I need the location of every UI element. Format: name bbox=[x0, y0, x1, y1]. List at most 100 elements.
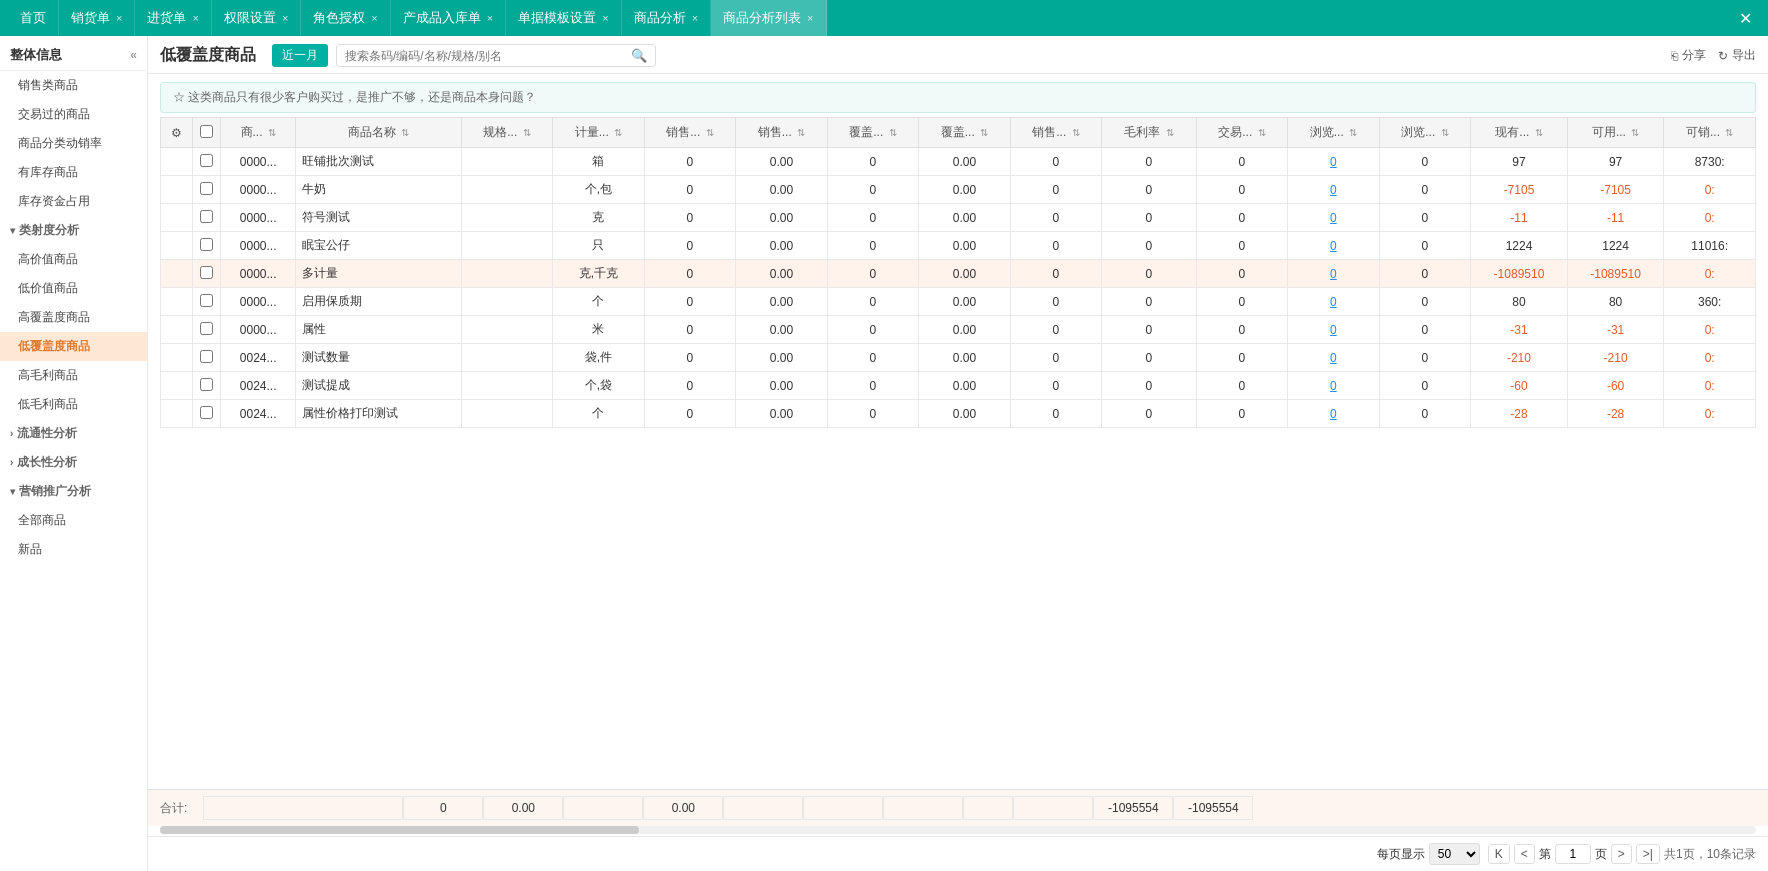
row-checkbox[interactable] bbox=[200, 378, 213, 391]
col-available[interactable]: 可用... ⇅ bbox=[1567, 118, 1664, 148]
col-unit[interactable]: 计量... ⇅ bbox=[553, 118, 645, 148]
cell-browse1[interactable]: 0 bbox=[1288, 400, 1380, 428]
last-page-button[interactable]: >| bbox=[1636, 844, 1660, 864]
col-sales-qty[interactable]: 销售... ⇅ bbox=[644, 118, 736, 148]
row-checkbox[interactable] bbox=[200, 266, 213, 279]
sidebar-item-category-rate[interactable]: 商品分类动销率 bbox=[0, 129, 147, 158]
col-current[interactable]: 现有... ⇅ bbox=[1471, 118, 1568, 148]
sidebar-item-high-value[interactable]: 高价值商品 bbox=[0, 245, 147, 274]
col-spec[interactable]: 规格... ⇅ bbox=[461, 118, 553, 148]
cell-check[interactable] bbox=[193, 204, 221, 232]
sidebar-group-value-analysis[interactable]: ▾ 类射度分析 bbox=[0, 216, 147, 245]
sidebar-item-low-coverage[interactable]: 低覆盖度商品 bbox=[0, 332, 147, 361]
row-checkbox[interactable] bbox=[200, 294, 213, 307]
nav-tab-production[interactable]: 产成品入库单 × bbox=[391, 0, 506, 36]
col-sellable[interactable]: 可销... ⇅ bbox=[1664, 118, 1756, 148]
col-sales3[interactable]: 销售... ⇅ bbox=[1010, 118, 1102, 148]
col-cover2[interactable]: 覆盖... ⇅ bbox=[919, 118, 1011, 148]
sidebar-item-new-goods[interactable]: 新品 bbox=[0, 535, 147, 564]
close-icon[interactable]: × bbox=[692, 12, 698, 24]
nav-tab-purchase[interactable]: 进货单 × bbox=[135, 0, 211, 36]
cell-margin: 0 bbox=[1102, 372, 1197, 400]
row-checkbox[interactable] bbox=[200, 322, 213, 335]
share-button[interactable]: ⎗ 分享 bbox=[1671, 47, 1706, 64]
col-margin[interactable]: 毛利率 ⇅ bbox=[1102, 118, 1197, 148]
row-checkbox[interactable] bbox=[200, 350, 213, 363]
search-icon[interactable]: 🔍 bbox=[631, 48, 647, 63]
cell-browse1[interactable]: 0 bbox=[1288, 148, 1380, 176]
cell-check[interactable] bbox=[193, 232, 221, 260]
horizontal-scrollbar[interactable] bbox=[160, 826, 1756, 834]
cell-check[interactable] bbox=[193, 176, 221, 204]
close-icon[interactable]: × bbox=[602, 12, 608, 24]
nav-tab-analysis[interactable]: 商品分析 × bbox=[622, 0, 711, 36]
close-icon[interactable]: × bbox=[807, 12, 813, 24]
col-name[interactable]: 商品名称 ⇅ bbox=[296, 118, 461, 148]
search-input[interactable] bbox=[345, 49, 631, 63]
row-checkbox[interactable] bbox=[200, 154, 213, 167]
nav-tab-home[interactable]: 首页 bbox=[8, 0, 59, 36]
sidebar-item-all-goods[interactable]: 全部商品 bbox=[0, 506, 147, 535]
cell-browse1[interactable]: 0 bbox=[1288, 316, 1380, 344]
row-checkbox[interactable] bbox=[200, 406, 213, 419]
nav-tab-analysis-list[interactable]: 商品分析列表 × bbox=[711, 0, 826, 36]
cell-check[interactable] bbox=[193, 344, 221, 372]
cell-trade: 0 bbox=[1196, 148, 1288, 176]
close-icon[interactable]: × bbox=[192, 12, 198, 24]
sidebar-item-low-margin[interactable]: 低毛利商品 bbox=[0, 390, 147, 419]
close-icon[interactable]: × bbox=[282, 12, 288, 24]
col-sales-amt[interactable]: 销售... ⇅ bbox=[736, 118, 828, 148]
sidebar-item-high-margin[interactable]: 高毛利商品 bbox=[0, 361, 147, 390]
sidebar-item-inventory-capital[interactable]: 库存资金占用 bbox=[0, 187, 147, 216]
cell-check[interactable] bbox=[193, 288, 221, 316]
col-cover1[interactable]: 覆盖... ⇅ bbox=[827, 118, 919, 148]
nav-tab-templates[interactable]: 单据模板设置 × bbox=[506, 0, 621, 36]
col-trade[interactable]: 交易... ⇅ bbox=[1196, 118, 1288, 148]
page-number-input[interactable] bbox=[1555, 844, 1591, 864]
col-browse1[interactable]: 浏览... ⇅ bbox=[1288, 118, 1380, 148]
col-code[interactable]: 商... ⇅ bbox=[221, 118, 296, 148]
per-page-select[interactable]: 50 100 200 bbox=[1429, 843, 1480, 865]
cell-browse1[interactable]: 0 bbox=[1288, 344, 1380, 372]
sidebar-group-marketing[interactable]: ▾ 营销推广分析 bbox=[0, 477, 147, 506]
cell-check[interactable] bbox=[193, 372, 221, 400]
nav-tab-permissions[interactable]: 权限设置 × bbox=[212, 0, 301, 36]
prev-page-button[interactable]: < bbox=[1514, 844, 1535, 864]
cell-browse1[interactable]: 0 bbox=[1288, 372, 1380, 400]
cell-browse1[interactable]: 0 bbox=[1288, 176, 1380, 204]
cell-check[interactable] bbox=[193, 316, 221, 344]
row-checkbox[interactable] bbox=[200, 238, 213, 251]
nav-tab-sales[interactable]: 销货单 × bbox=[59, 0, 135, 36]
filter-period-button[interactable]: 近一月 bbox=[272, 44, 328, 67]
cell-name: 符号测试 bbox=[296, 204, 461, 232]
close-icon[interactable]: × bbox=[116, 12, 122, 24]
scrollbar-thumb[interactable] bbox=[160, 826, 639, 834]
close-all-icon[interactable]: ✕ bbox=[1731, 9, 1760, 28]
export-button[interactable]: ↻ 导出 bbox=[1718, 47, 1756, 64]
sidebar-item-low-value[interactable]: 低价值商品 bbox=[0, 274, 147, 303]
sidebar-item-sales-goods[interactable]: 销售类商品 bbox=[0, 71, 147, 100]
row-checkbox[interactable] bbox=[200, 182, 213, 195]
sidebar-item-traded-goods[interactable]: 交易过的商品 bbox=[0, 100, 147, 129]
nav-tab-roles[interactable]: 角色授权 × bbox=[301, 0, 390, 36]
select-all-checkbox[interactable] bbox=[200, 125, 213, 138]
close-icon[interactable]: × bbox=[487, 12, 493, 24]
sidebar-group-circulation[interactable]: › 流通性分析 bbox=[0, 419, 147, 448]
sidebar-collapse-button[interactable]: « bbox=[130, 48, 137, 62]
cell-check[interactable] bbox=[193, 148, 221, 176]
cell-check[interactable] bbox=[193, 400, 221, 428]
row-checkbox[interactable] bbox=[200, 210, 213, 223]
cell-browse1[interactable]: 0 bbox=[1288, 288, 1380, 316]
sidebar-group-growth[interactable]: › 成长性分析 bbox=[0, 448, 147, 477]
cell-browse1[interactable]: 0 bbox=[1288, 232, 1380, 260]
next-page-button[interactable]: > bbox=[1611, 844, 1632, 864]
cell-browse1[interactable]: 0 bbox=[1288, 260, 1380, 288]
sidebar-item-high-coverage[interactable]: 高覆盖度商品 bbox=[0, 303, 147, 332]
col-browse2[interactable]: 浏览... ⇅ bbox=[1379, 118, 1471, 148]
first-page-button[interactable]: K bbox=[1488, 844, 1510, 864]
cell-check[interactable] bbox=[193, 260, 221, 288]
col-settings[interactable]: ⚙ bbox=[161, 118, 193, 148]
close-icon[interactable]: × bbox=[371, 12, 377, 24]
sidebar-item-in-stock[interactable]: 有库存商品 bbox=[0, 158, 147, 187]
cell-browse1[interactable]: 0 bbox=[1288, 204, 1380, 232]
